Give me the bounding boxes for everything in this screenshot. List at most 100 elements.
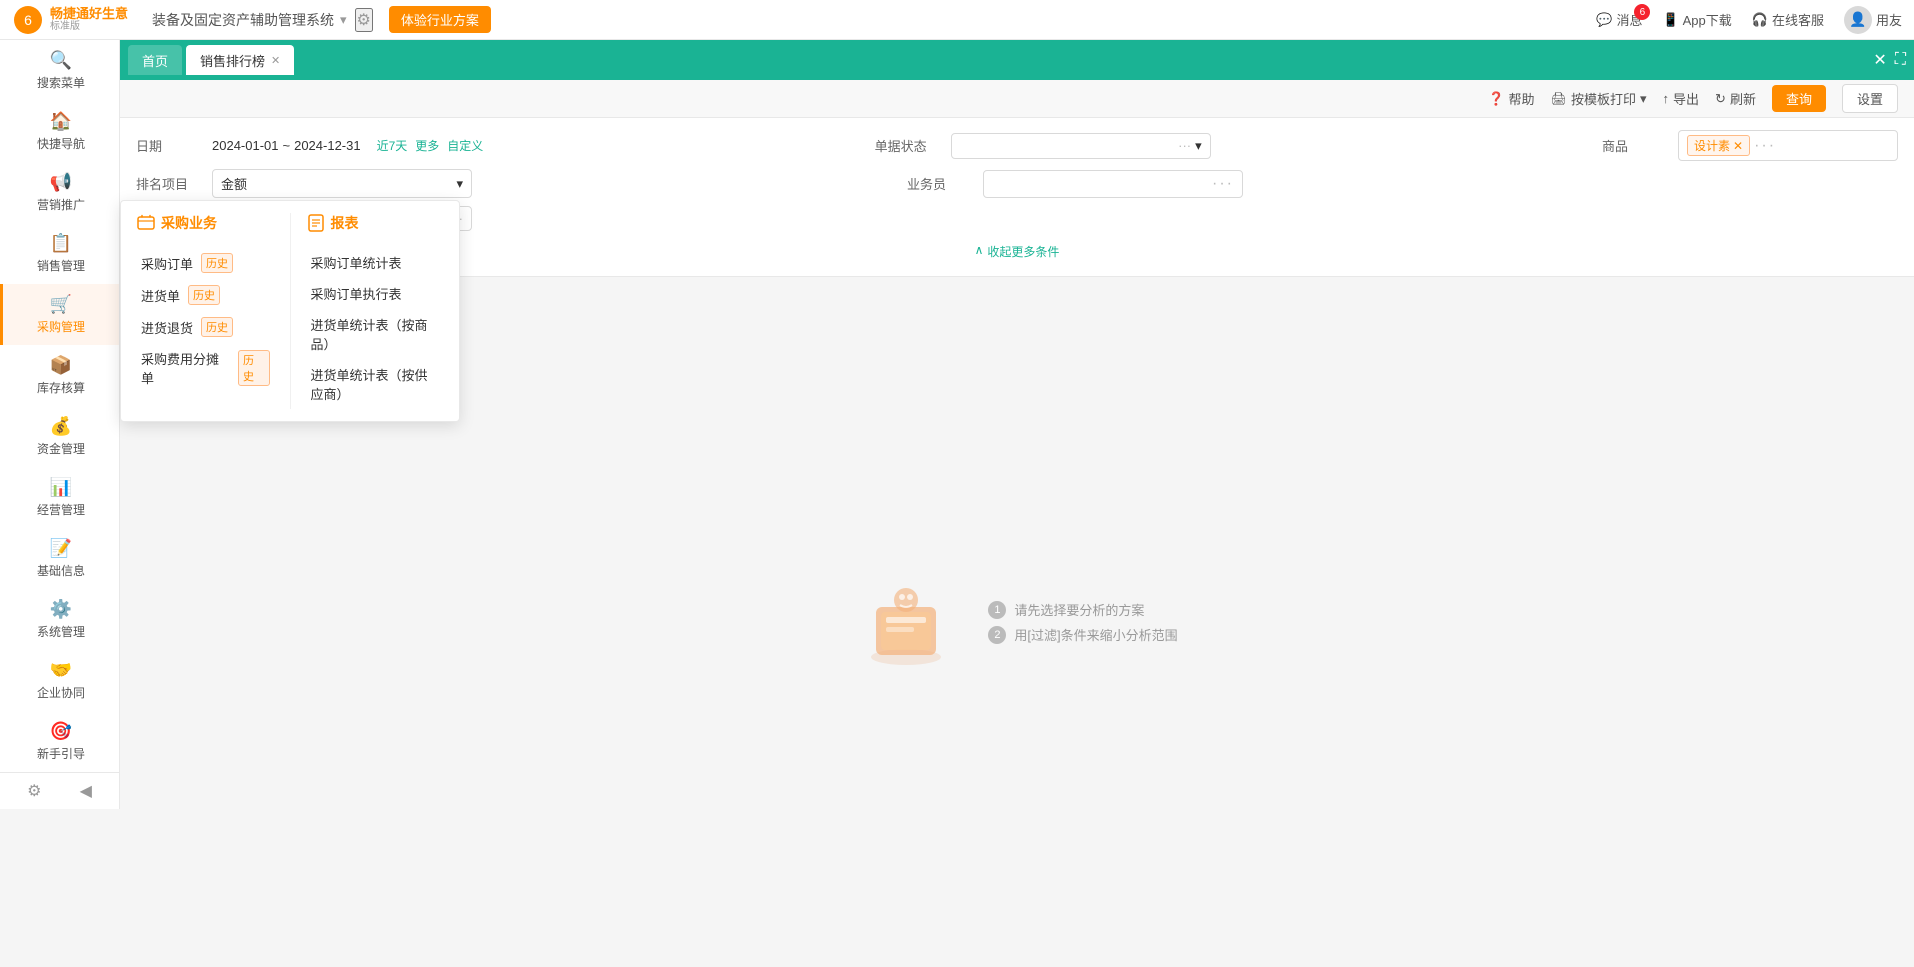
sidebar-label-guide: 新手引导 [37,745,85,762]
sidebar-item-enterprise[interactable]: 🤝 企业协同 [0,650,119,711]
sidebar-label-basic-info: 基础信息 [37,562,85,579]
quick-more[interactable]: 更多 [415,137,439,154]
notes-icon: 📝 [50,538,72,559]
receipt-history: 历史 [188,285,220,305]
industry-btn[interactable]: 体验行业方案 [389,6,491,33]
sidebar-item-system[interactable]: ⚙️ 系统管理 [0,589,119,650]
avatar-icon: 👤 [1849,11,1866,28]
salesperson-dots[interactable]: ··· [1212,175,1234,193]
sidebar-label-sales: 销售管理 [37,257,85,274]
sidebar-item-guide[interactable]: 🎯 新手引导 [0,711,119,772]
receipt-stats-goods-label: 进货单统计表（按商品） [311,315,440,353]
phone-icon: 📱 [1662,12,1678,28]
message-btn[interactable]: 💬 消息 6 [1596,10,1642,29]
sidebar-item-search[interactable]: 🔍 搜索菜单 [0,40,119,101]
menu-receipt[interactable]: 进货单 历史 [137,279,274,311]
menu-return[interactable]: 进货退货 历史 [137,311,274,343]
purchase-order-label: 采购订单 [141,254,193,273]
collapse-icon: ∧ [975,243,984,260]
menu-order-exec[interactable]: 采购订单执行表 [307,278,444,309]
print-btn[interactable]: 🖨 按模板打印 ▾ [1550,89,1646,108]
export-btn[interactable]: ↑ 导出 [1663,89,1700,108]
message-icon: 💬 [1596,12,1612,28]
order-exec-label: 采购订单执行表 [311,284,402,303]
sidebar-settings-btn[interactable]: ⚙ [27,781,41,801]
rank-arrow: ▾ [456,176,463,192]
export-icon: ↑ [1663,91,1670,106]
print-icon: 🖨 [1550,91,1567,107]
settings-icon: ⚙️ [50,599,72,620]
menu-receipt-stats-supplier[interactable]: 进货单统计表（按供应商） [307,359,444,409]
goods-tag: 设计素 ✕ [1687,135,1750,156]
step-num-1: 1 [988,601,1006,619]
refresh-btn[interactable]: ↻ 刷新 [1715,89,1756,108]
sidebar-collapse-btn[interactable]: ◀ [80,781,92,801]
tab-home-label: 首页 [142,51,168,70]
salesperson-input[interactable]: ··· [983,170,1243,198]
goods-tag-close[interactable]: ✕ [1733,139,1743,153]
cost-alloc-label: 采购费用分摊单 [141,349,230,387]
sidebar-item-quick-nav[interactable]: 🏠 快捷导航 [0,101,119,162]
box-icon: 📦 [50,355,72,376]
app-download-btn[interactable]: 📱 App下载 [1662,10,1731,29]
tab-sales-rank-label: 销售排行榜 [200,51,265,70]
date-start: 2024-01-01 [212,138,279,153]
tab-close-btn[interactable]: ✕ [271,54,280,67]
system-gear-button[interactable]: ⚙ [355,8,373,32]
doc-status-arrow: ▾ [1195,138,1202,154]
cost-alloc-history: 历史 [238,350,270,386]
settings-btn[interactable]: 设置 [1842,84,1898,113]
help-btn[interactable]: ❓ 帮助 [1488,89,1534,108]
sidebar-item-operations[interactable]: 📊 经营管理 [0,467,119,528]
help-icon: ❓ [1488,91,1504,107]
goods-input[interactable]: 设计素 ✕ ··· [1678,130,1898,161]
query-btn[interactable]: 查询 [1772,85,1826,112]
svg-text:6: 6 [24,12,32,28]
doc-status-label: 单据状态 [875,136,935,155]
sidebar-label-inventory: 库存核算 [37,379,85,396]
goods-dots[interactable]: ··· [1754,137,1776,155]
menu-cost-alloc[interactable]: 采购费用分摊单 历史 [137,343,274,393]
doc-status-select[interactable]: ··· ▾ [951,133,1211,159]
target-icon: 🎯 [50,721,72,742]
return-label: 进货退货 [141,318,193,337]
menu-purchase-order[interactable]: 采购订单 历史 [137,247,274,279]
sidebar-item-basic-info[interactable]: 📝 基础信息 [0,528,119,589]
quick-7days[interactable]: 近7天 [377,137,408,154]
avatar: 👤 [1844,6,1872,34]
tab-sales-rank[interactable]: 销售排行榜 ✕ [186,45,294,75]
refresh-label: 刷新 [1730,89,1756,108]
print-dropdown-icon[interactable]: ▾ [1640,91,1647,107]
tab-close-all-btn[interactable]: ✕ [1873,50,1886,70]
sidebar-item-sales[interactable]: 📋 销售管理 [0,223,119,284]
header-actions: 💬 消息 6 📱 App下载 🎧 在线客服 👤 用友 [1596,6,1902,34]
sidebar-label-marketing: 营销推广 [37,196,85,213]
sidebar-label-system: 系统管理 [37,623,85,640]
headset-icon: 🎧 [1752,12,1768,28]
sidebar-item-marketing[interactable]: 📢 营销推广 [0,162,119,223]
report-col-icon [307,214,325,232]
online-service-label: 在线客服 [1772,10,1824,29]
sidebar-label-operations: 经营管理 [37,501,85,518]
logo-area: 6 畅捷通好生意 标准版 [12,4,132,36]
online-service-btn[interactable]: 🎧 在线客服 [1752,10,1824,29]
sidebar-item-inventory[interactable]: 📦 库存核算 [0,345,119,406]
menu-order-stats[interactable]: 采购订单统计表 [307,247,444,278]
user-btn[interactable]: 👤 用友 [1844,6,1902,34]
rank-label: 排名项目 [136,174,196,193]
quick-custom[interactable]: 自定义 [447,137,483,154]
logo-sub: 标准版 [50,21,128,33]
tab-bar-right: ✕ ⛶ [1873,50,1906,70]
tab-bar: 首页 销售排行榜 ✕ ✕ ⛶ [120,40,1914,80]
business-col-title: 采购业务 [137,213,274,239]
receipt-stats-supplier-label: 进货单统计表（按供应商） [311,365,440,403]
menu-receipt-stats-goods[interactable]: 进货单统计表（按商品） [307,309,444,359]
dropdown-arrow-system[interactable]: ▾ [340,12,347,28]
tab-home[interactable]: 首页 [128,45,182,75]
date-separator: ~ [283,138,291,153]
sidebar-item-capital[interactable]: 💰 资金管理 [0,406,119,467]
tab-maximize-btn[interactable]: ⛶ [1895,51,1906,69]
rank-select[interactable]: 金额 ▾ [212,169,472,198]
export-label: 导出 [1673,89,1699,108]
sidebar-item-purchase[interactable]: 🛒 采购管理 [0,284,119,345]
